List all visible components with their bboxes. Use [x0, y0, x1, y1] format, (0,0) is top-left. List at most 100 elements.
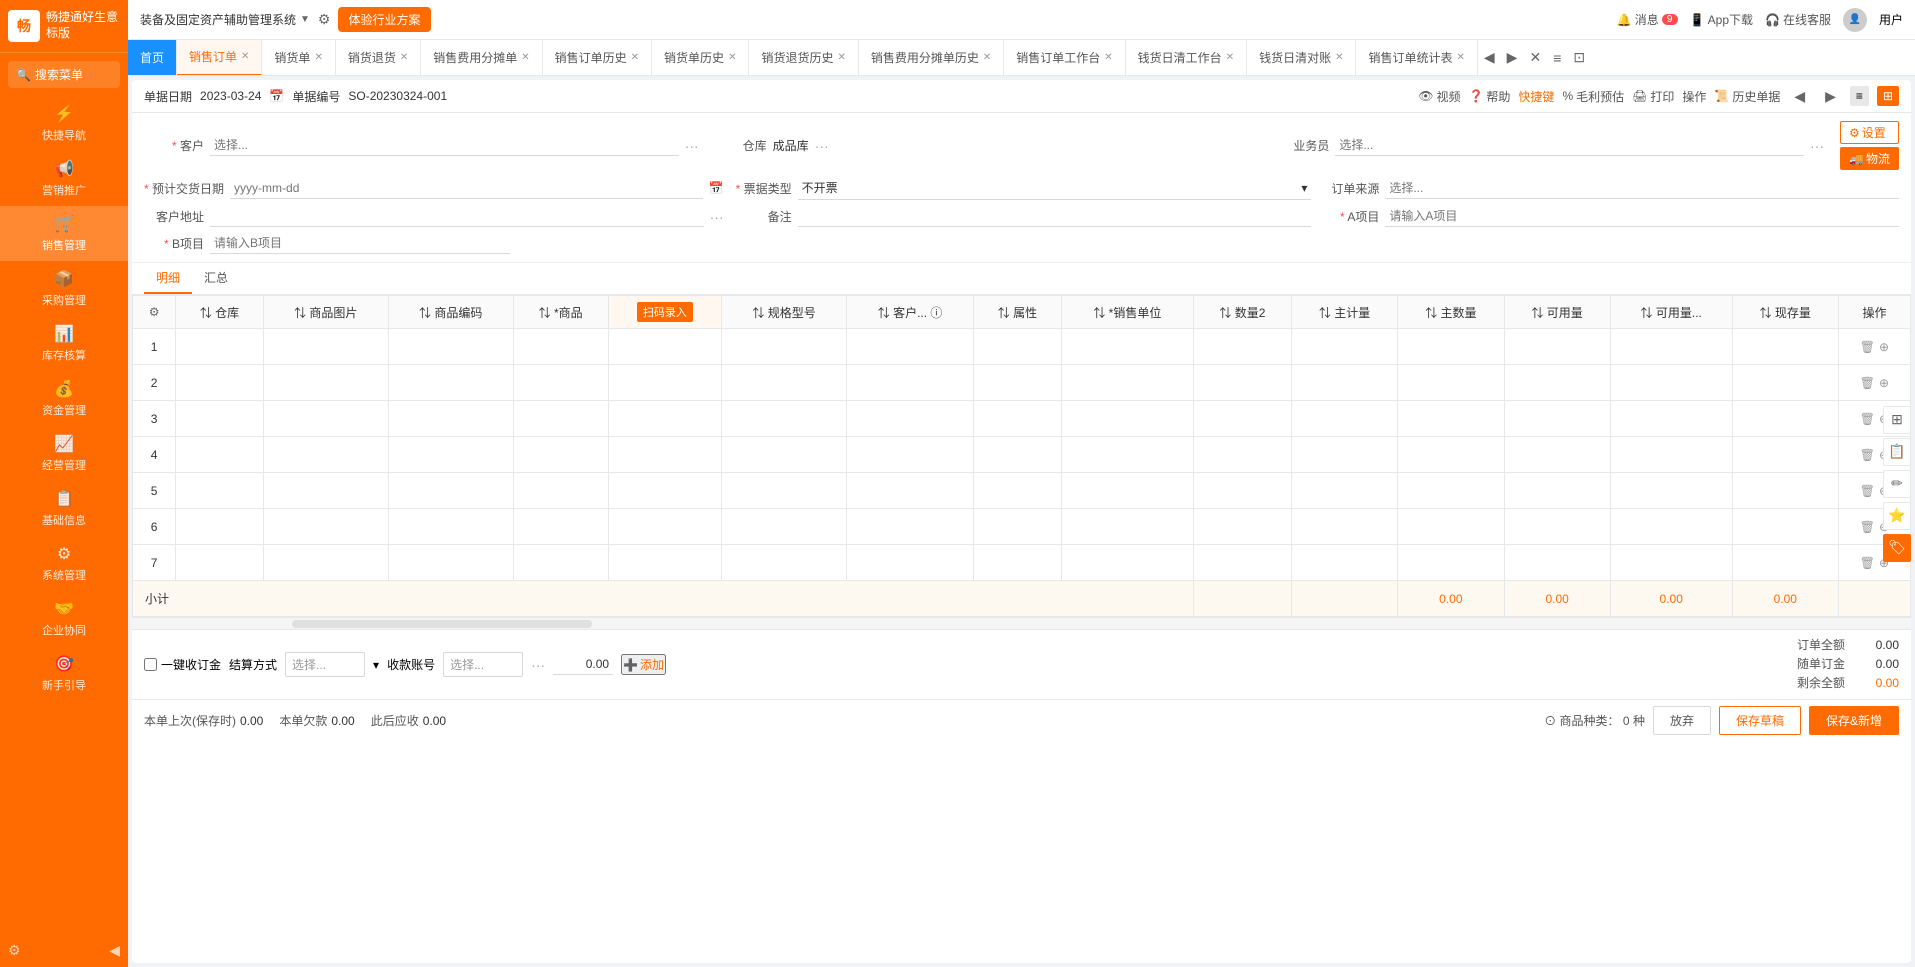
discard-btn[interactable]: 放弃	[1653, 706, 1711, 735]
tab-cash-reconcile[interactable]: 钱货日清对账 ✕	[1247, 40, 1356, 76]
payment-method-select[interactable]: 选择...	[285, 652, 365, 677]
a-project-input[interactable]	[1385, 206, 1899, 227]
add-payment-btn[interactable]: ➕ 添加	[621, 654, 666, 675]
invoice-select[interactable]: 不开票 ▾	[798, 176, 1312, 200]
tab-invoice-history[interactable]: 销货单历史 ✕	[652, 40, 749, 76]
grid-view-btn[interactable]: ⊞	[1877, 86, 1899, 106]
delivery-input[interactable]	[230, 178, 703, 199]
right-panel-btn-5[interactable]: 🏷	[1883, 534, 1911, 562]
sidebar-item-marketing[interactable]: 📢 营销推广	[0, 151, 128, 206]
sidebar-item-inventory[interactable]: 📊 库存核算	[0, 316, 128, 371]
logistics-btn[interactable]: 🚚 物流	[1840, 147, 1899, 170]
address-input[interactable]	[210, 206, 704, 227]
tab-order-history[interactable]: 销售订单历史 ✕	[543, 40, 652, 76]
tab-order-workbench[interactable]: 销售订单工作台 ✕	[1004, 40, 1125, 76]
tab-sales-invoice[interactable]: 销货单 ✕	[262, 40, 335, 76]
system-settings-btn[interactable]: ⚙	[318, 11, 331, 28]
tab-close-icon[interactable]: ✕	[983, 52, 991, 63]
sidebar-item-basic-info[interactable]: 📋 基础信息	[0, 481, 128, 536]
settings-btn[interactable]: ⚙ 设置	[1840, 121, 1899, 144]
collapse-sidebar-btn[interactable]: ◀	[109, 942, 120, 959]
right-panel-btn-3[interactable]: ✏	[1883, 470, 1911, 498]
quick-checkout-checkbox[interactable]: 一键收订金	[144, 656, 221, 673]
delete-row-btn[interactable]: 🗑	[1860, 448, 1875, 462]
scrollbar-track[interactable]	[292, 620, 592, 628]
tab-close-icon[interactable]: ✕	[521, 52, 529, 63]
scan-input-btn[interactable]: 扫码录入	[637, 302, 693, 322]
tabs-menu-btn[interactable]: ≡	[1547, 50, 1567, 66]
search-menu-button[interactable]: 🔍 搜索菜单	[8, 61, 120, 88]
sidebar-item-management[interactable]: 📈 经营管理	[0, 426, 128, 481]
copy-row-btn[interactable]: ⊕	[1879, 340, 1889, 354]
right-panel-btn-2[interactable]: 📋	[1883, 438, 1911, 466]
title-dropdown-btn[interactable]: ▼	[300, 14, 310, 25]
toolbar-next-btn[interactable]: ▶	[1819, 88, 1842, 105]
tab-close-icon[interactable]: ✕	[1457, 52, 1465, 63]
history-btn[interactable]: 📜 历史单据	[1714, 88, 1780, 105]
tab-cash-daily[interactable]: 钱货日清工作台 ✕	[1126, 40, 1247, 76]
tab-close-icon[interactable]: ✕	[1104, 52, 1112, 63]
profit-btn[interactable]: % 毛利预估	[1562, 88, 1624, 105]
sidebar-item-sales[interactable]: 🛒 销售管理	[0, 206, 128, 261]
account-more-btn[interactable]: ···	[531, 657, 545, 673]
delete-row-btn[interactable]: 🗑	[1860, 376, 1875, 390]
delete-row-btn[interactable]: 🗑	[1860, 556, 1875, 570]
calendar-icon[interactable]: 📅	[709, 181, 724, 195]
tabs-expand-btn[interactable]: ⊡	[1567, 49, 1591, 66]
tabs-prev-btn[interactable]: ◀	[1478, 49, 1501, 66]
delete-row-btn[interactable]: 🗑	[1860, 412, 1875, 426]
order-source-input[interactable]	[1385, 178, 1899, 199]
quick-checkout-input[interactable]	[144, 658, 157, 671]
tab-fee-split-history[interactable]: 销售费用分摊单历史 ✕	[859, 40, 1004, 76]
staff-input[interactable]	[1335, 135, 1804, 156]
tab-close-icon[interactable]: ✕	[314, 52, 322, 63]
account-select[interactable]: 选择...	[443, 652, 523, 677]
tab-close-icon[interactable]: ✕	[241, 51, 249, 62]
tab-sales-return[interactable]: 销货退货 ✕	[336, 40, 421, 76]
trial-industry-btn[interactable]: 体验行业方案	[338, 7, 430, 32]
tab-return-history[interactable]: 销货退货历史 ✕	[749, 40, 858, 76]
address-more-btn[interactable]: ···	[710, 209, 724, 225]
tab-home[interactable]: 首页	[128, 40, 177, 76]
warehouse-more-btn[interactable]: ···	[815, 138, 829, 154]
sidebar-item-system[interactable]: ⚙ 系统管理	[0, 536, 128, 591]
calendar-btn[interactable]: 📅	[269, 89, 284, 103]
help-btn[interactable]: ❓ 帮助	[1468, 88, 1510, 105]
settings-bottom-btn[interactable]: ⚙	[8, 942, 21, 959]
app-download-btn[interactable]: 📱 App下载	[1690, 11, 1753, 28]
sub-tab-summary[interactable]: 汇总	[192, 263, 240, 294]
list-view-btn[interactable]: ≡	[1850, 86, 1869, 106]
view-btn[interactable]: 👁 视频	[1418, 88, 1460, 105]
toolbar-prev-btn[interactable]: ◀	[1788, 88, 1811, 105]
copy-row-btn[interactable]: ⊕	[1879, 376, 1889, 390]
b-project-input[interactable]	[210, 233, 510, 254]
right-panel-btn-4[interactable]: ⭐	[1883, 502, 1911, 530]
tab-close-icon[interactable]: ✕	[1335, 52, 1343, 63]
customer-more-btn[interactable]: ···	[685, 138, 699, 154]
customer-input[interactable]	[210, 135, 679, 156]
tab-close-icon[interactable]: ✕	[728, 52, 736, 63]
payment-amount-input[interactable]	[553, 654, 613, 675]
staff-more-btn[interactable]: ···	[1810, 138, 1824, 154]
delete-row-btn[interactable]: 🗑	[1860, 340, 1875, 354]
tab-close-icon[interactable]: ✕	[400, 52, 408, 63]
tabs-close-btn[interactable]: ✕	[1523, 49, 1547, 66]
sidebar-item-quick-nav[interactable]: ⚡ 快捷导航	[0, 96, 128, 151]
shortcut-btn[interactable]: 快捷键	[1518, 88, 1554, 105]
delete-row-btn[interactable]: 🗑	[1860, 484, 1875, 498]
save-new-btn[interactable]: 保存&新增	[1809, 706, 1899, 735]
tab-close-icon[interactable]: ✕	[631, 52, 639, 63]
tab-fee-split[interactable]: 销售费用分摊单 ✕	[421, 40, 542, 76]
print-btn[interactable]: 🖨 打印	[1632, 88, 1674, 105]
tab-sales-order[interactable]: 销售订单 ✕	[177, 40, 262, 76]
save-draft-btn[interactable]: 保存草稿	[1719, 706, 1801, 735]
sidebar-item-purchase[interactable]: 📦 采购管理	[0, 261, 128, 316]
tab-close-icon[interactable]: ✕	[1226, 52, 1234, 63]
right-panel-btn-1[interactable]: ⊞	[1883, 406, 1911, 434]
tab-stats[interactable]: 销售订单统计表 ✕	[1356, 40, 1477, 76]
message-btn[interactable]: 🔔 消息 9	[1617, 11, 1678, 28]
tabs-next-btn[interactable]: ▶	[1501, 49, 1524, 66]
operate-btn[interactable]: 操作	[1682, 88, 1706, 105]
delete-row-btn[interactable]: 🗑	[1860, 520, 1875, 534]
col-settings-btn[interactable]: ⚙	[149, 305, 160, 319]
